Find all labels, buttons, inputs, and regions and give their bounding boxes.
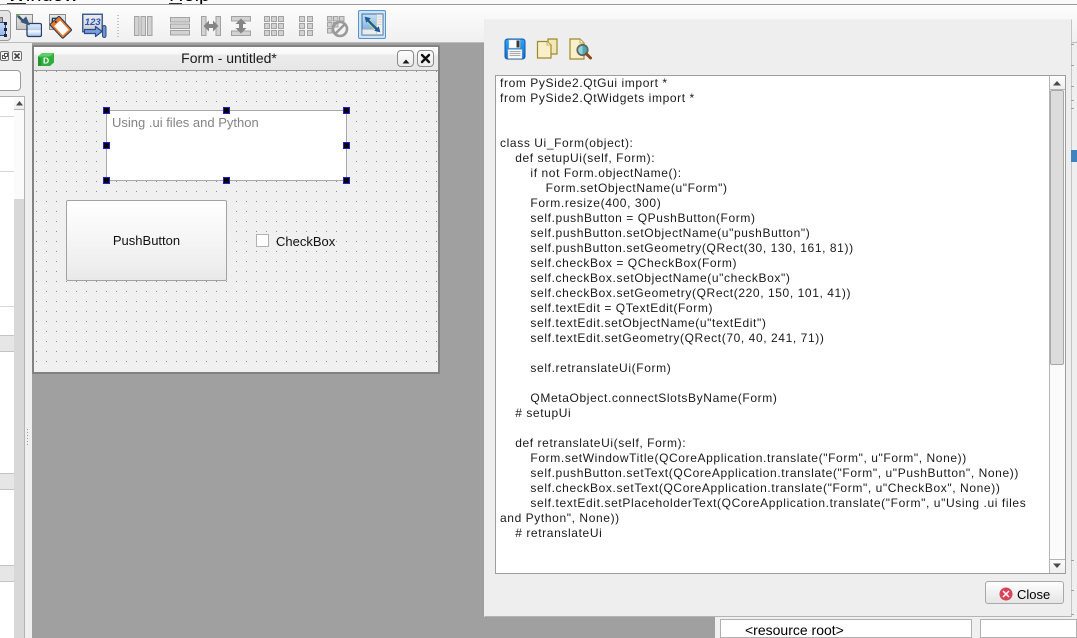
svg-text:123: 123 (85, 17, 102, 28)
